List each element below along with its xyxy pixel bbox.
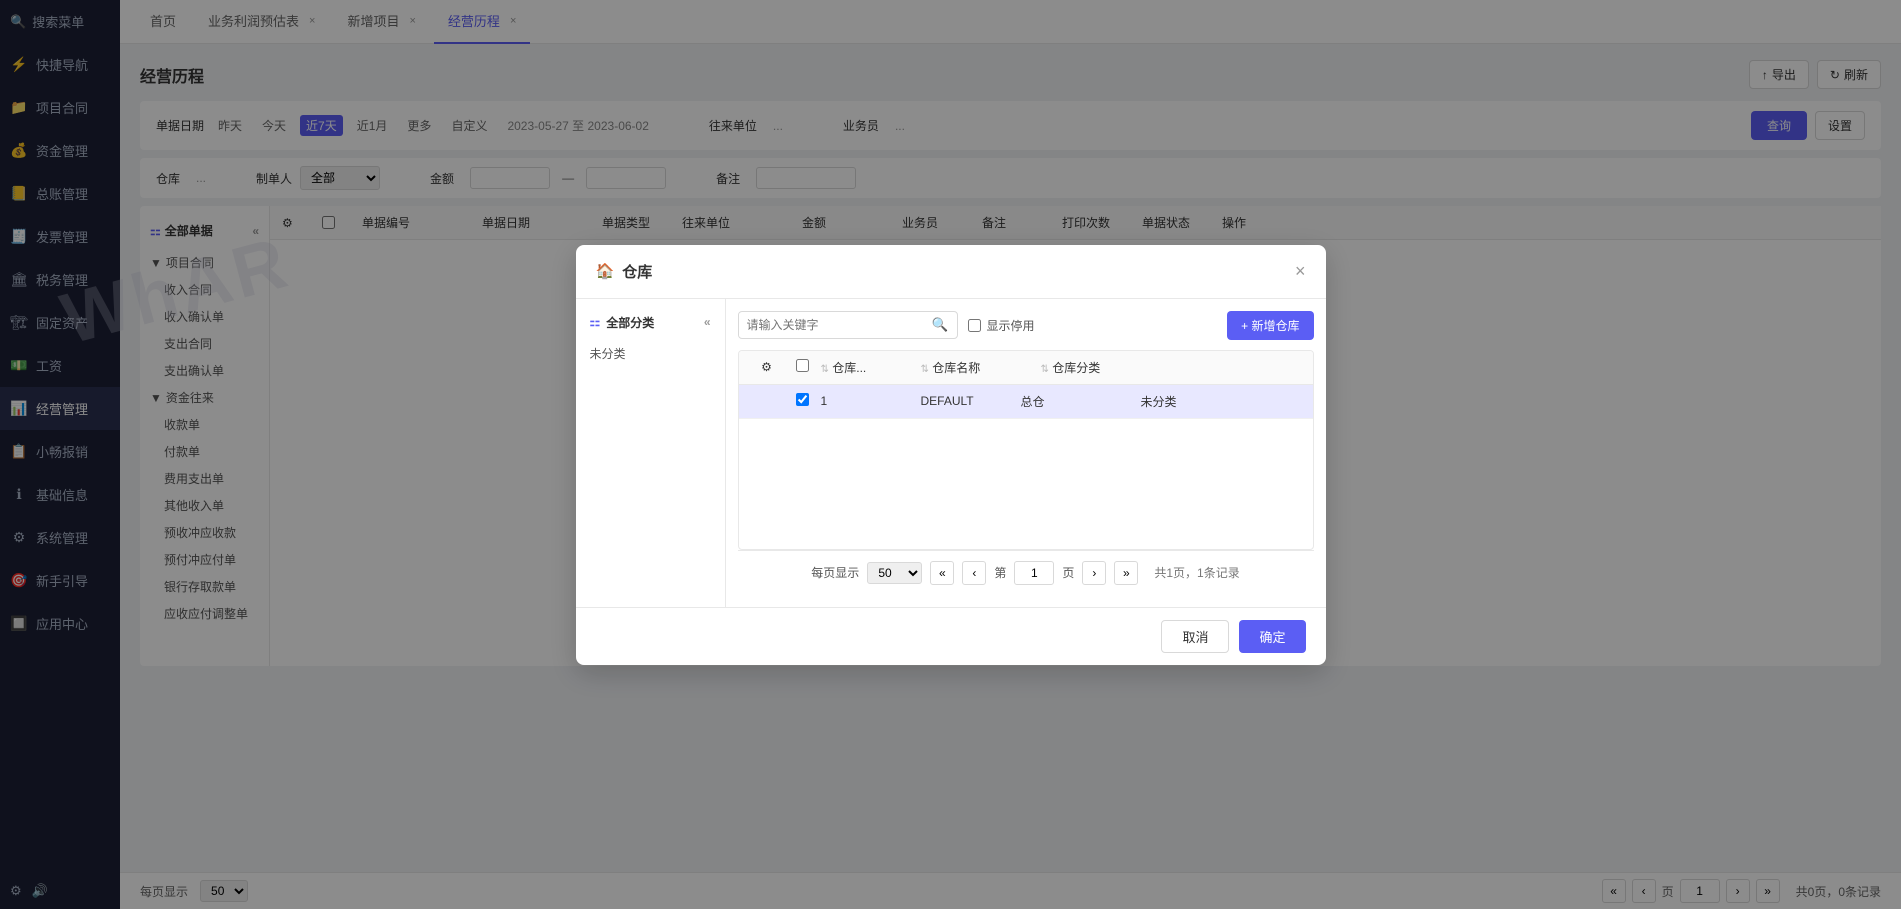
modal-table: ⚙ ⇅ 仓库... ⇅ 仓库名称 <box>738 350 1314 550</box>
sort-icon-name: ⇅ <box>921 364 929 375</box>
modal-row-seq: 1 <box>821 394 921 408</box>
modal-table-header: ⚙ ⇅ 仓库... ⇅ 仓库名称 <box>739 351 1313 385</box>
add-warehouse-button[interactable]: + 新增仓库 <box>1227 311 1313 340</box>
modal-next-page-btn[interactable]: › <box>1082 561 1106 585</box>
modal-all-category-header[interactable]: ⚏ 全部分类 « <box>576 307 725 338</box>
modal-col-code-header: ⇅ 仓库... <box>821 359 921 376</box>
modal-unclassified-item[interactable]: 未分类 <box>576 338 725 369</box>
sort-icon-code: ⇅ <box>821 364 829 375</box>
modal-left-panel: ⚏ 全部分类 « 未分类 <box>576 299 726 607</box>
modal-toolbar: 🔍 显示停用 + 新增仓库 <box>738 311 1314 340</box>
modal-title: 🏠 仓库 <box>596 261 653 282</box>
modal-col-settings[interactable]: ⚙ <box>749 360 785 374</box>
modal-close-button[interactable]: × <box>1295 261 1306 282</box>
modal-page-label: 页 <box>1062 564 1074 581</box>
modal-col-category-header: ⇅ 仓库分类 <box>1041 359 1303 376</box>
modal-settings-icon: ⚙ <box>761 360 772 374</box>
modal-search-button[interactable]: 🔍 <box>924 312 957 338</box>
modal-col-name-header: ⇅ 仓库名称 <box>921 359 1041 376</box>
modal-search-input[interactable] <box>739 313 924 337</box>
show-disabled-checkbox[interactable] <box>968 319 981 332</box>
modal-row-code: DEFAULT <box>921 394 1021 408</box>
modal-row-checkbox[interactable] <box>796 393 809 406</box>
modal-overlay: 🏠 仓库 × ⚏ 全部分类 « 未分类 <box>0 0 1901 909</box>
warehouse-title-icon: 🏠 <box>596 262 615 280</box>
modal-right-panel: 🔍 显示停用 + 新增仓库 ⚙ <box>726 299 1326 607</box>
modal-col-check[interactable] <box>785 359 821 375</box>
modal-row-category: 未分类 <box>1141 393 1303 410</box>
modal-table-row[interactable]: 1 DEFAULT 总仓 未分类 <box>739 385 1313 419</box>
show-disabled-checkbox-label[interactable]: 显示停用 <box>968 317 1035 334</box>
modal-last-page-btn[interactable]: » <box>1114 561 1138 585</box>
warehouse-modal: 🏠 仓库 × ⚏ 全部分类 « 未分类 <box>576 245 1326 665</box>
modal-first-page-btn[interactable]: « <box>930 561 954 585</box>
modal-page-input[interactable] <box>1014 561 1054 585</box>
modal-collapse-icon[interactable]: « <box>704 315 711 329</box>
modal-total-info: 共1页，1条记录 <box>1154 564 1239 581</box>
modal-prev-page-btn[interactable]: ‹ <box>962 561 986 585</box>
modal-search-box: 🔍 <box>738 311 958 339</box>
grid-dots-icon: ⚏ <box>590 315 601 329</box>
modal-pagination: 每页显示 50 10 20 100 « ‹ 第 页 › » 共1页，1条记录 <box>738 550 1314 595</box>
modal-header: 🏠 仓库 × <box>576 245 1326 299</box>
modal-row-check[interactable] <box>785 393 821 409</box>
modal-confirm-button[interactable]: 确定 <box>1239 620 1305 653</box>
modal-page-size-label: 每页显示 <box>811 564 859 581</box>
modal-select-all-checkbox[interactable] <box>796 359 809 372</box>
modal-body: ⚏ 全部分类 « 未分类 🔍 显示停用 <box>576 299 1326 607</box>
modal-footer: 取消 确定 <box>576 607 1326 665</box>
modal-row-name: 总仓 <box>1021 393 1141 410</box>
modal-page-size-select[interactable]: 50 10 20 100 <box>867 562 922 584</box>
modal-page-word: 第 <box>994 564 1006 581</box>
sort-icon-cat: ⇅ <box>1041 364 1049 375</box>
modal-cancel-button[interactable]: 取消 <box>1161 620 1229 653</box>
